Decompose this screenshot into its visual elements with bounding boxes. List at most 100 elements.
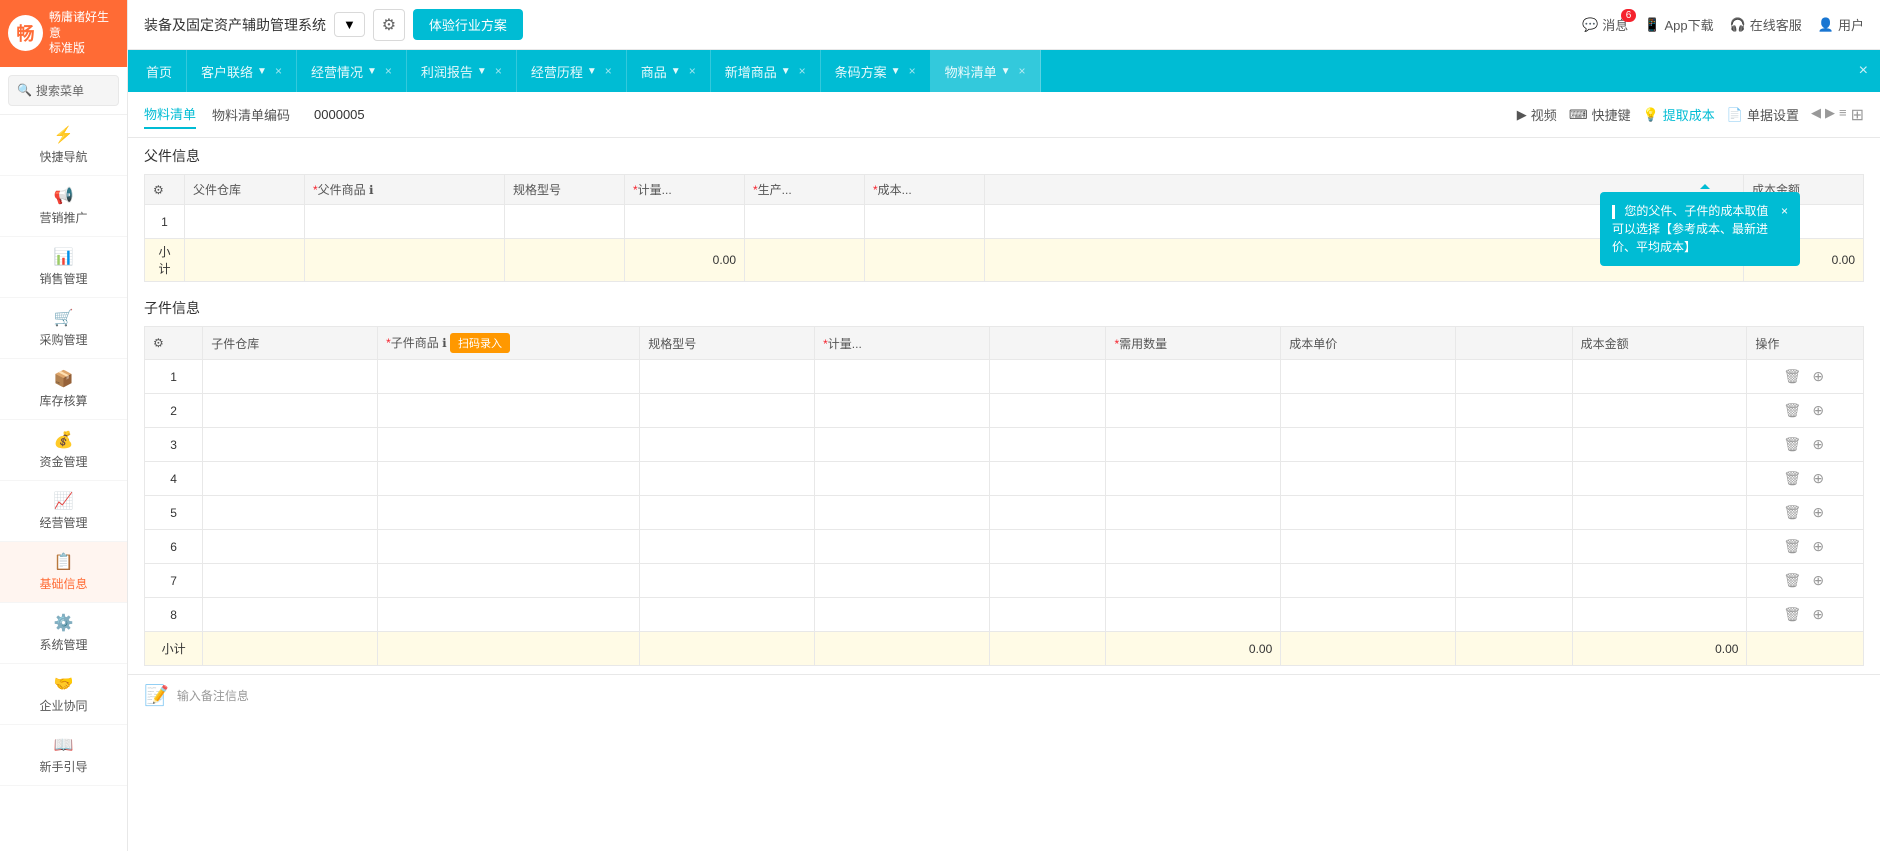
child-product-cell[interactable] [378,394,640,428]
delete-icon[interactable]: 🗑 [1781,570,1803,592]
sidebar-item-sales[interactable]: 📊 销售管理 [0,237,127,298]
child-spec-cell[interactable] [640,496,815,530]
child-qty-cell[interactable] [1106,530,1281,564]
close-all-tabs[interactable]: × [1847,62,1880,80]
system-dropdown[interactable]: ▼ [334,12,365,37]
copy-icon[interactable]: ⊕ [1807,570,1829,592]
parent-unit-cell[interactable] [625,205,745,239]
child-spec-cell[interactable] [640,564,815,598]
tab-bom[interactable]: 物料清单 ▼ × [931,50,1041,92]
tab-profit[interactable]: 利润报告 ▼ × [407,50,517,92]
child-unitcost-cell[interactable] [1281,496,1456,530]
child-unit-cell[interactable] [815,598,990,632]
child-unit-cell[interactable] [815,530,990,564]
tab-customer[interactable]: 客户联络 ▼ × [187,50,297,92]
child-warehouse-cell[interactable] [203,530,378,564]
sidebar-item-inventory[interactable]: 📦 库存核算 [0,359,127,420]
message-action[interactable]: 💬 消息 6 [1582,15,1628,34]
child-spec-cell[interactable] [640,360,815,394]
delete-icon[interactable]: 🗑 [1781,536,1803,558]
parent-produce-cell[interactable] [745,205,865,239]
child-qty-cell[interactable] [1106,428,1281,462]
delete-icon[interactable]: 🗑 [1781,400,1803,422]
tab-home[interactable]: 首页 [132,50,187,92]
action-extract-cost[interactable]: 💡 提取成本 [1643,105,1715,124]
child-unit-cell[interactable] [815,462,990,496]
tab-barcode[interactable]: 条码方案 ▼ × [821,50,931,92]
copy-icon[interactable]: ⊕ [1807,366,1829,388]
parent-warehouse-cell[interactable] [185,205,305,239]
tooltip-close-btn[interactable]: × [1781,202,1788,220]
tab-operations[interactable]: 经营情况 ▼ × [297,50,407,92]
sidebar-item-guide[interactable]: 📖 新手引导 [0,725,127,786]
sub-tab-bom-list[interactable]: 物料清单 [144,100,196,129]
child-unit-cell[interactable] [815,564,990,598]
sub-tab-bom-code[interactable]: 物料清单编码 [212,101,290,128]
nav-next[interactable]: ▶ [1825,105,1835,125]
child-warehouse-cell[interactable] [203,394,378,428]
copy-icon[interactable]: ⊕ [1807,604,1829,626]
child-unitcost-cell[interactable] [1281,530,1456,564]
child-product-cell[interactable] [378,564,640,598]
parent-cost-cell[interactable] [865,205,985,239]
child-spec-cell[interactable] [640,462,815,496]
tab-history[interactable]: 经营历程 ▼ × [517,50,627,92]
sidebar-item-cooperation[interactable]: 🤝 企业协同 [0,664,127,725]
delete-icon[interactable]: 🗑 [1781,366,1803,388]
tab-profit-close[interactable]: × [495,64,502,78]
sidebar-item-system[interactable]: ⚙️ 系统管理 [0,603,127,664]
sidebar-item-marketing[interactable]: 📢 营销推广 [0,176,127,237]
child-unit-cell[interactable] [815,360,990,394]
child-warehouse-cell[interactable] [203,564,378,598]
copy-icon[interactable]: ⊕ [1807,502,1829,524]
child-product-cell[interactable] [378,462,640,496]
child-warehouse-cell[interactable] [203,598,378,632]
action-shortcut[interactable]: ⌨ 快捷键 [1569,105,1631,124]
child-warehouse-cell[interactable] [203,462,378,496]
child-product-cell[interactable] [378,360,640,394]
action-video[interactable]: ▶ 视频 [1517,105,1557,124]
tab-customer-close[interactable]: × [275,64,282,78]
parent-spec-cell[interactable] [505,205,625,239]
tab-new-product-close[interactable]: × [799,64,806,78]
child-qty-cell[interactable] [1106,462,1281,496]
child-warehouse-cell[interactable] [203,360,378,394]
tab-bom-close[interactable]: × [1019,64,1026,78]
user-action[interactable]: 👤 用户 [1818,15,1864,34]
child-product-cell[interactable] [378,530,640,564]
child-unitcost-cell[interactable] [1281,428,1456,462]
nav-prev[interactable]: ◀ [1811,105,1821,125]
child-spec-cell[interactable] [640,394,815,428]
sidebar-item-finance[interactable]: 💰 资金管理 [0,420,127,481]
child-warehouse-cell[interactable] [203,428,378,462]
child-warehouse-cell[interactable] [203,496,378,530]
child-unitcost-cell[interactable] [1281,394,1456,428]
child-spec-cell[interactable] [640,598,815,632]
experience-button[interactable]: 体验行业方案 [413,9,523,40]
tab-barcode-close[interactable]: × [909,64,916,78]
copy-icon[interactable]: ⊕ [1807,468,1829,490]
child-unit-cell[interactable] [815,394,990,428]
child-product-cell[interactable] [378,428,640,462]
copy-icon[interactable]: ⊕ [1807,434,1829,456]
child-qty-cell[interactable] [1106,598,1281,632]
sidebar-item-basicinfo[interactable]: 📋 基础信息 [0,542,127,603]
parent-product-cell[interactable] [305,205,505,239]
sidebar-item-quicknav[interactable]: ⚡ 快捷导航 [0,115,127,176]
online-service-action[interactable]: 🎧 在线客服 [1730,15,1802,34]
tab-operations-close[interactable]: × [385,64,392,78]
child-spec-cell[interactable] [640,428,815,462]
child-unitcost-cell[interactable] [1281,564,1456,598]
child-qty-cell[interactable] [1106,564,1281,598]
delete-icon[interactable]: 🗑 [1781,468,1803,490]
child-unit-cell[interactable] [815,496,990,530]
child-unitcost-cell[interactable] [1281,462,1456,496]
tab-new-product[interactable]: 新增商品 ▼ × [711,50,821,92]
tab-product-close[interactable]: × [689,64,696,78]
action-doc-settings[interactable]: 📄 单据设置 [1727,105,1799,124]
copy-icon[interactable]: ⊕ [1807,536,1829,558]
settings-button[interactable]: ⚙ [373,9,405,41]
child-unit-cell[interactable] [815,428,990,462]
child-unitcost-cell[interactable] [1281,598,1456,632]
child-product-cell[interactable] [378,496,640,530]
